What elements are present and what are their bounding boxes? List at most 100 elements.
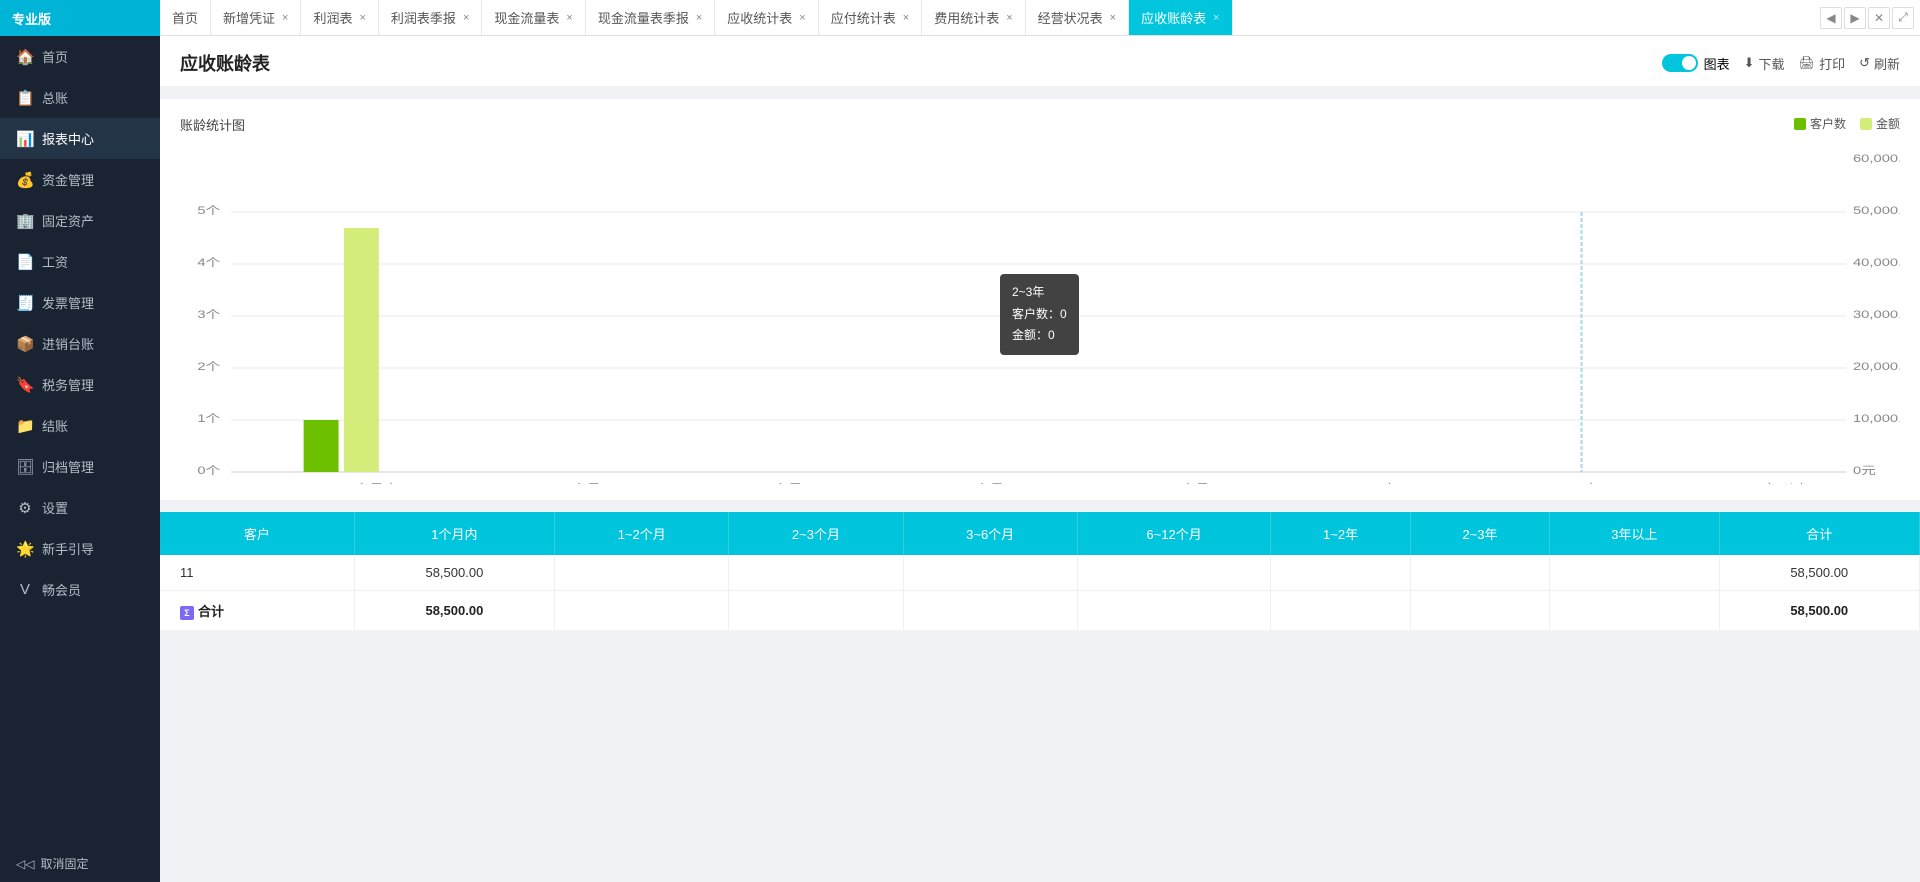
sidebar-label-beginner-guide: 新手引导	[42, 539, 94, 558]
tab-label-profit: 利润表	[313, 8, 352, 27]
sidebar-logo: 专业版	[0, 0, 160, 36]
tab-close-receivable-aging[interactable]: ×	[1213, 12, 1219, 24]
tab-home[interactable]: 首页	[160, 0, 211, 36]
tab-cashflow[interactable]: 现金流量表×	[482, 0, 585, 36]
tabbar: 首页新增凭证×利润表×利润表季报×现金流量表×现金流量表季报×应收统计表×应付统…	[160, 0, 1920, 36]
tab-close-receivable-stats[interactable]: ×	[799, 12, 805, 24]
table-header-6: 1~2年	[1271, 512, 1410, 555]
tab-close-cashflow-quarterly[interactable]: ×	[696, 12, 702, 24]
table-footer-row: Σ合计58,500.0058,500.00	[160, 591, 1920, 631]
svg-text:1个: 1个	[197, 412, 220, 425]
sidebar-label-home: 首页	[42, 47, 68, 66]
tab-profit-quarterly[interactable]: 利润表季报×	[379, 0, 482, 36]
table-footer-cell-8	[1550, 591, 1719, 631]
page-header: 应收账龄表 图表 ⬇ 下载 🖨 打印 ↺ 刷新	[160, 36, 1920, 87]
print-button[interactable]: 🖨 打印	[1799, 54, 1846, 73]
sidebar-icon-archive: 🗄	[16, 458, 34, 476]
table-cell-0-7	[1410, 555, 1549, 591]
sidebar-icon-home: 🏠	[16, 48, 34, 66]
tab-close-all-button[interactable]: ✕	[1868, 7, 1890, 29]
sidebar-item-fixed-assets[interactable]: 🏢固定资产	[0, 200, 160, 241]
sidebar-item-settings[interactable]: ⚙设置	[0, 487, 160, 528]
table-header-0: 客户	[160, 512, 354, 555]
tab-payable-stats[interactable]: 应付统计表×	[819, 0, 922, 36]
sidebar-item-member[interactable]: V 畅会员	[0, 569, 160, 610]
svg-text:20,000.00元: 20,000.00元	[1853, 360, 1900, 373]
table-footer-cell-1: 58,500.00	[354, 591, 554, 631]
sidebar-label-sales-ledger: 进销台账	[42, 334, 94, 353]
sidebar-label-member: 畅会员	[42, 580, 81, 599]
table-cell-0-2	[555, 555, 729, 591]
print-icon: 🖨	[1799, 55, 1816, 71]
tab-receivable-stats[interactable]: 应收统计表 ×	[715, 0, 818, 36]
tab-close-new-voucher[interactable]: ×	[282, 12, 288, 24]
tab-profit[interactable]: 利润表 ×	[301, 0, 378, 36]
sidebar-item-salary[interactable]: 📄工资	[0, 241, 160, 282]
svg-text:40,000.00元: 40,000.00元	[1853, 256, 1900, 269]
sidebar-item-tax-management[interactable]: 🔖税务管理	[0, 364, 160, 405]
table-row: 1158,500.0058,500.00	[160, 555, 1920, 591]
sidebar-bottom-action[interactable]: ◁◁ 取消固定	[0, 845, 160, 882]
table-body: 1158,500.0058,500.00	[160, 555, 1920, 591]
tab-expand-button[interactable]: ⤢	[1892, 7, 1914, 29]
sidebar-item-beginner-guide[interactable]: 🌟新手引导	[0, 528, 160, 569]
sidebar-item-report-center[interactable]: 📊报表中心	[0, 118, 160, 159]
sidebar-icon-salary: 📄	[16, 253, 34, 271]
table-footer-cell-6	[1271, 591, 1410, 631]
sidebar-nav: 🏠首页📋总账📊报表中心💰资金管理🏢固定资产📄工资🧾发票管理📦进销台账🔖税务管理📁…	[0, 36, 160, 610]
tab-prev-button[interactable]: ◀	[1820, 7, 1842, 29]
chart-title: 账龄统计图	[180, 115, 1900, 134]
table-header-3: 2~3个月	[729, 512, 903, 555]
chart-legend: 客户数 金额	[1794, 115, 1900, 132]
sidebar-item-archive[interactable]: 🗄归档管理	[0, 446, 160, 487]
sidebar-item-sales-ledger[interactable]: 📦进销台账	[0, 323, 160, 364]
svg-text:0元: 0元	[1853, 464, 1876, 477]
refresh-button[interactable]: ↺ 刷新	[1859, 54, 1900, 73]
tabbar-nav: ◀ ▶ ✕ ⤢	[1814, 7, 1920, 29]
sidebar-item-general-ledger[interactable]: 📋总账	[0, 77, 160, 118]
sidebar-item-home[interactable]: 🏠 首页	[0, 36, 160, 77]
sidebar-label-fund-management: 资金管理	[42, 170, 94, 189]
tab-cashflow-quarterly[interactable]: 现金流量表季报×	[586, 0, 715, 36]
tab-next-button[interactable]: ▶	[1844, 7, 1866, 29]
sidebar-icon-closing: 📁	[16, 417, 34, 435]
svg-text:5个: 5个	[197, 204, 220, 217]
sidebar-item-fund-management[interactable]: 💰资金管理	[0, 159, 160, 200]
tab-close-profit[interactable]: ×	[359, 12, 365, 24]
table-footer-cell-3	[729, 591, 903, 631]
tab-close-cashflow[interactable]: ×	[566, 12, 572, 24]
sidebar-label-invoice-management: 发票管理	[42, 293, 94, 312]
sidebar-item-invoice-management[interactable]: 🧾发票管理	[0, 282, 160, 323]
tab-close-profit-quarterly[interactable]: ×	[463, 12, 469, 24]
legend-customers-dot	[1794, 118, 1806, 130]
svg-text:2个: 2个	[197, 360, 220, 373]
table-header-9: 合计	[1719, 512, 1920, 555]
tab-label-business-status: 经营状况表	[1038, 8, 1103, 27]
tab-expense-stats[interactable]: 费用统计表×	[922, 0, 1025, 36]
tab-list: 首页新增凭证×利润表×利润表季报×现金流量表×现金流量表季报×应收统计表×应付统…	[160, 0, 1814, 36]
table-cell-0-4	[903, 555, 1077, 591]
download-button[interactable]: ⬇ 下载	[1744, 54, 1785, 73]
chart-svg: 0个 1个 2个 3个 4个 5个 0元 10,000.00元 20,000.0…	[180, 144, 1900, 484]
table-header-4: 3~6个月	[903, 512, 1077, 555]
table-header-2: 1~2个月	[555, 512, 729, 555]
svg-text:1个月内: 1个月内	[346, 482, 399, 484]
pin-icon: ◁◁	[16, 857, 34, 871]
table-cell-0-1: 58,500.00	[354, 555, 554, 591]
table-header-1: 1个月内	[354, 512, 554, 555]
sidebar-icon-member: V	[16, 581, 34, 598]
tab-new-voucher[interactable]: 新增凭证×	[211, 0, 301, 36]
sidebar-icon-report-center: 📊	[16, 130, 34, 148]
sidebar-item-closing[interactable]: 📁结账	[0, 405, 160, 446]
tab-close-business-status[interactable]: ×	[1110, 12, 1116, 24]
tab-close-expense-stats[interactable]: ×	[1006, 12, 1012, 24]
tab-close-payable-stats[interactable]: ×	[903, 12, 909, 24]
tab-receivable-aging[interactable]: 应收账龄表×	[1129, 0, 1232, 36]
tab-label-receivable-stats: 应收统计表	[727, 8, 792, 27]
table-footer-cell-2	[555, 591, 729, 631]
sidebar-label-fixed-assets: 固定资产	[42, 211, 94, 230]
page-actions: 图表 ⬇ 下载 🖨 打印 ↺ 刷新	[1662, 54, 1900, 73]
tab-business-status[interactable]: 经营状况表 ×	[1026, 0, 1129, 36]
chart-toggle[interactable]	[1662, 54, 1698, 72]
table-header-5: 6~12个月	[1077, 512, 1271, 555]
